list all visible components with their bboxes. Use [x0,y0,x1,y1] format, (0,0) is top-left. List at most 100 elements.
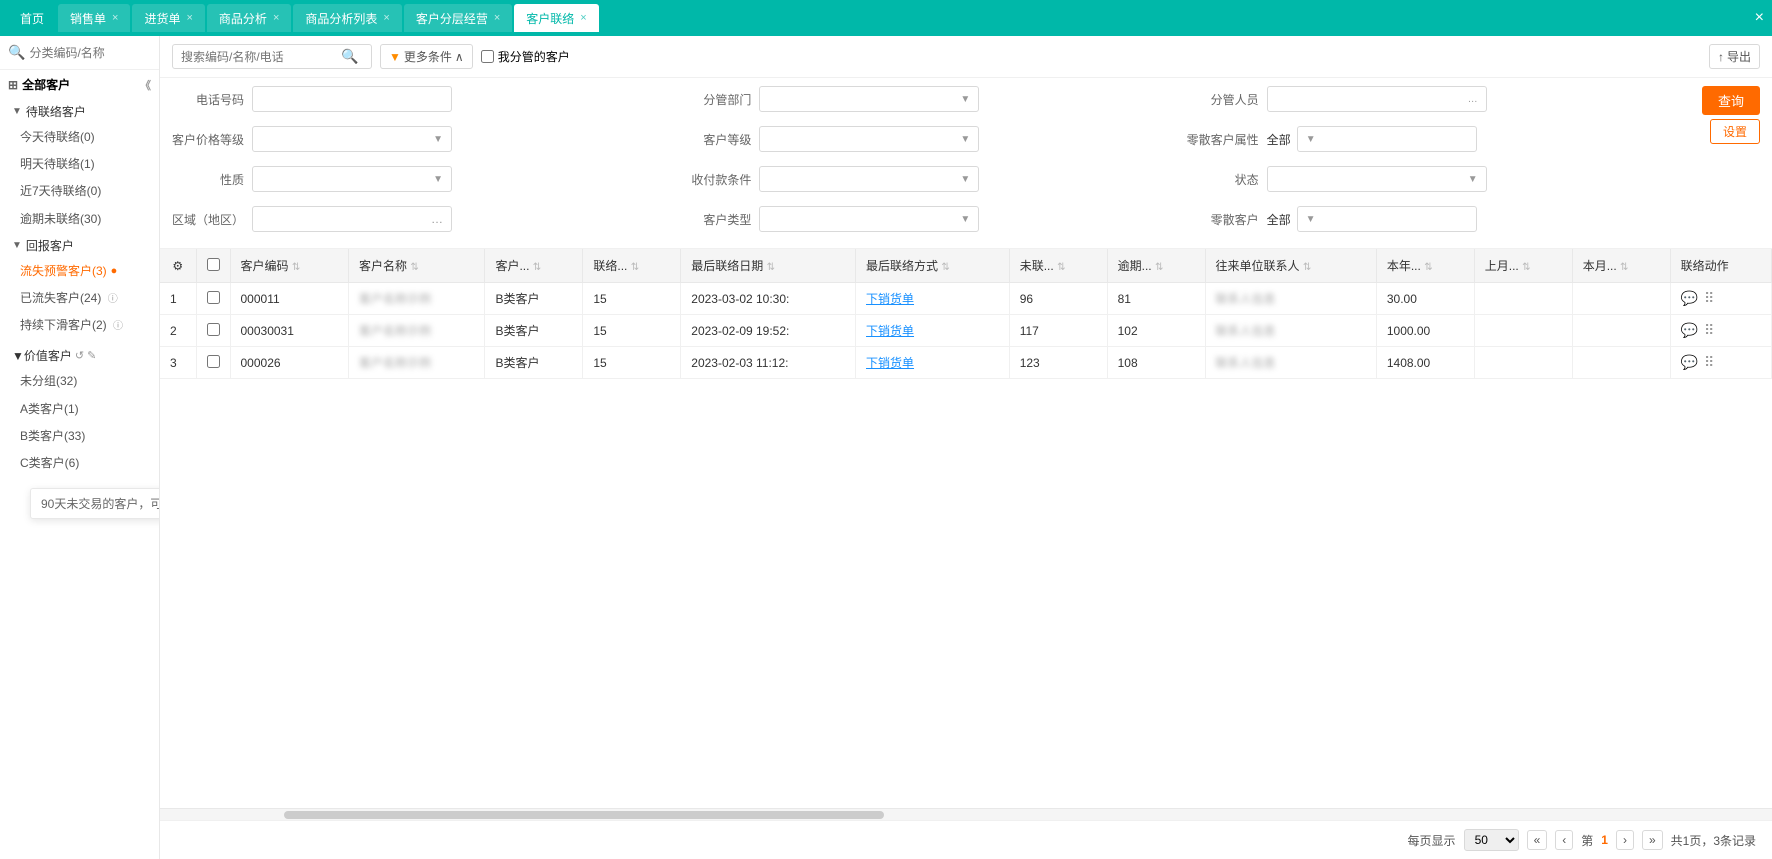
filter-select-scatter-attr[interactable]: ▼ [1297,126,1477,152]
filter-input-phone[interactable] [252,86,452,112]
gear-settings-th[interactable]: ⚙ [160,249,196,283]
next-page-button[interactable]: › [1616,830,1634,850]
th-customer-name[interactable]: 客户名称 ⇅ [348,249,484,283]
sort-icon-overdue: ⇅ [1155,262,1163,273]
settings-button[interactable]: 设置 [1710,119,1760,144]
row-checkbox-0[interactable] [207,291,220,304]
filter-select-status[interactable]: ▼ [1267,166,1487,192]
sidebar-item-7days[interactable]: 近7天待联络(0) [0,178,159,205]
filter-actions: 查询 设置 [1702,86,1760,144]
filter-select-dept[interactable]: ▼ [759,86,979,112]
row-checkbox-2[interactable] [207,355,220,368]
sidebar-item-a-class[interactable]: A类客户(1) [0,396,159,423]
td-checkbox-0[interactable] [196,283,230,315]
search-button[interactable]: 🔍 [341,48,358,65]
td-unit-contact-2: 联系人信息 [1205,347,1376,379]
tab-goods-analysis[interactable]: 商品分析 × [207,4,291,32]
tab-sales[interactable]: 销售单 × [58,4,130,32]
td-last-contact-method-2[interactable]: 下销货单 [856,347,1010,379]
sidebar-item-tomorrow[interactable]: 明天待联络(1) [0,151,159,178]
th-this-year[interactable]: 本年... ⇅ [1376,249,1474,283]
filter-dots-region[interactable]: … [252,206,452,232]
sidebar-group-value[interactable]: ▼ 价值客户 ↺ ✎ [0,343,159,368]
my-customer-checkbox-input[interactable] [481,50,494,63]
prev-page-button[interactable]: ‹ [1555,830,1573,850]
sidebar-collapse-icon[interactable]: 《 [140,77,151,93]
select-all-checkbox[interactable] [207,258,220,271]
edit-icon[interactable]: ✎ [87,349,96,362]
th-no-contact[interactable]: 未联... ⇅ [1009,249,1107,283]
th-customer-type[interactable]: 客户... ⇅ [485,249,583,283]
filter-label-scatter-attr: 零散客户属性 [1187,131,1267,148]
tab-goods-analysis-close[interactable]: × [273,12,279,24]
th-contact[interactable]: 联络... ⇅ [583,249,681,283]
arrow-icon-pending: ▼ [12,106,22,117]
filter-select-customer-level[interactable]: ▼ [759,126,979,152]
filter-select-manager[interactable]: … [1267,86,1487,112]
th-this-month[interactable]: 本月... ⇅ [1572,249,1670,283]
horizontal-scrollbar[interactable] [160,808,1772,820]
sidebar-item-already-lost[interactable]: 已流失客户(24) ⓘ [0,285,159,312]
sidebar-item-loss-warning[interactable]: 流失预警客户(3) ● [0,258,159,285]
th-last-month[interactable]: 上月... ⇅ [1474,249,1572,283]
td-last-contact-method-0[interactable]: 下销货单 [856,283,1010,315]
td-last-contact-method-1[interactable]: 下销货单 [856,315,1010,347]
sidebar-item-overdue[interactable]: 逾期未联络(30) [0,206,159,233]
action-message-icon-1[interactable]: 💬 [1681,322,1698,339]
td-checkbox-2[interactable] [196,347,230,379]
row-checkbox-1[interactable] [207,323,220,336]
th-overdue[interactable]: 逾期... ⇅ [1107,249,1205,283]
export-button[interactable]: ↑ 导出 [1709,44,1760,69]
sidebar-group-loss[interactable]: ▼ 回报客户 [0,233,159,258]
action-more-icon-0[interactable]: ⠿ [1704,290,1714,307]
th-last-contact-date[interactable]: 最后联络日期 ⇅ [681,249,856,283]
sidebar-item-c-class[interactable]: C类客户(6) [0,450,159,477]
tab-goods-analysis-list[interactable]: 商品分析列表 × [293,4,401,32]
sidebar-all-customers[interactable]: ⊞ 全部客户 《 [0,70,159,99]
sidebar-item-b-class[interactable]: B类客户(33) [0,423,159,450]
action-more-icon-2[interactable]: ⠿ [1704,354,1714,371]
window-close-button[interactable]: × [1755,9,1764,27]
tab-customer-tier[interactable]: 客户分层经营 × [404,4,512,32]
sidebar-search-input[interactable] [29,46,129,60]
search-input[interactable] [181,50,341,64]
action-message-icon-0[interactable]: 💬 [1681,290,1698,307]
tab-customer-link[interactable]: 客户联络 × [514,4,598,32]
tab-customer-tier-close[interactable]: × [494,12,500,24]
filter-field-scatter-attr: 零散客户属性 全部 ▼ [1187,126,1694,152]
page-size-select[interactable]: 50 100 200 [1464,829,1519,851]
filter-select-customer-type[interactable]: ▼ [759,206,979,232]
th-customer-code[interactable]: 客户编码 ⇅ [230,249,348,283]
sidebar-item-today[interactable]: 今天待联络(0) [0,124,159,151]
sidebar-item-unsorted[interactable]: 未分组(32) [0,368,159,395]
th-last-contact-method[interactable]: 最后联络方式 ⇅ [856,249,1010,283]
th-this-year-label: 本年... [1387,259,1421,273]
tab-goods-analysis-list-close[interactable]: × [383,12,389,24]
tab-customer-link-close[interactable]: × [580,12,586,24]
tab-purchase-close[interactable]: × [186,12,192,24]
th-unit-contact[interactable]: 往来单位联系人 ⇅ [1205,249,1376,283]
action-more-icon-1[interactable]: ⠿ [1704,322,1714,339]
filter-select-nature[interactable]: ▼ [252,166,452,192]
first-page-button[interactable]: « [1527,830,1548,850]
tab-sales-close[interactable]: × [112,12,118,24]
td-action-2: 💬 ⠿ [1670,347,1771,379]
more-filter-button[interactable]: ▼ 更多条件 ∧ [380,44,473,69]
sidebar-group-pending[interactable]: ▼ 待联络客户 [0,99,159,124]
filter-select-price-level[interactable]: ▼ [252,126,452,152]
filter-label-scatter-customer: 零散客户 [1187,211,1267,228]
tab-home[interactable]: 首页 [8,4,56,32]
tab-purchase[interactable]: 进货单 × [132,4,204,32]
filter-select-scatter-customer[interactable]: ▼ [1297,206,1477,232]
query-button[interactable]: 查询 [1702,86,1760,115]
sidebar-item-unsorted-label: 未分组(32) [20,374,77,388]
action-message-icon-2[interactable]: 💬 [1681,354,1698,371]
last-page-button[interactable]: » [1642,830,1663,850]
refresh-icon[interactable]: ↺ [75,349,84,362]
my-customer-checkbox[interactable]: 我分管的客户 [481,48,570,65]
filter-select-payment[interactable]: ▼ [759,166,979,192]
td-checkbox-1[interactable] [196,315,230,347]
sidebar-item-keep-down[interactable]: 持续下滑客户(2) ⓘ [0,312,159,339]
page-size-label: 每页显示 [1408,832,1456,849]
scroll-thumb[interactable] [284,811,884,819]
